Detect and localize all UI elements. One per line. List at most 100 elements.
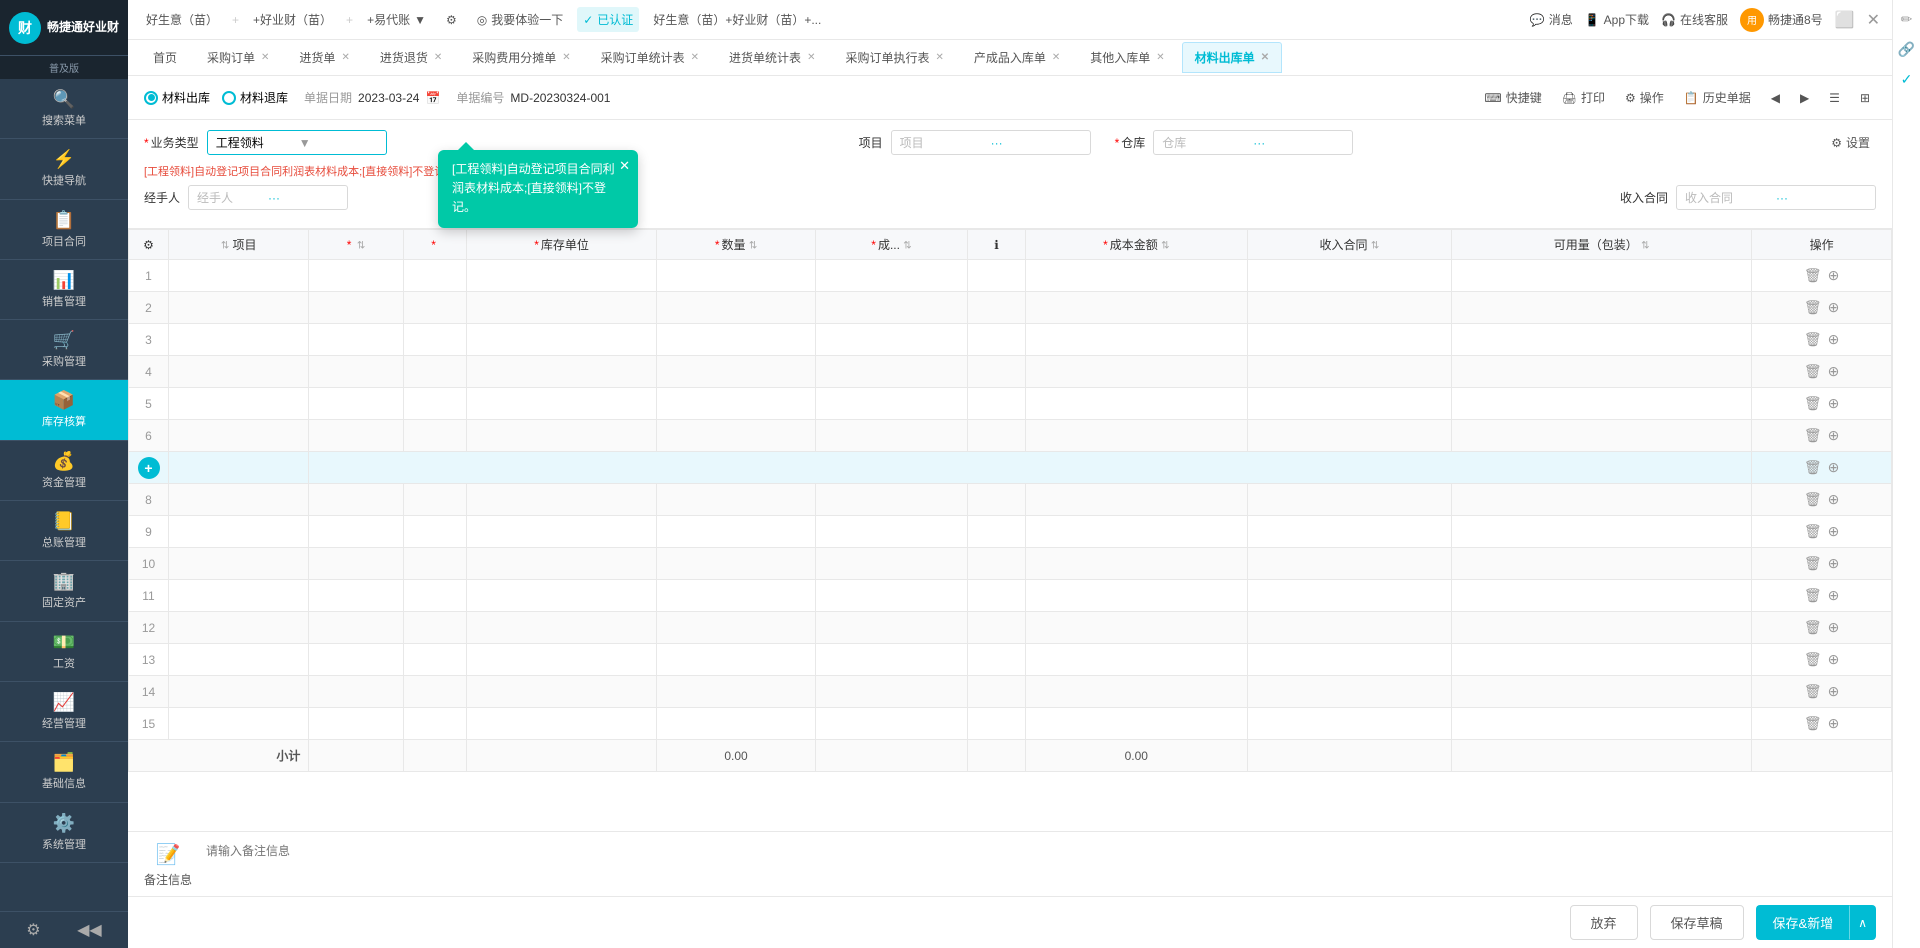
row-1-available[interactable] xyxy=(1452,260,1752,292)
radio-material-out[interactable]: 材料出库 xyxy=(144,89,210,106)
tab-close-incoming-return[interactable]: ✕ xyxy=(434,52,442,63)
sidebar-item-basic[interactable]: 🗂️ 基础信息 xyxy=(0,742,128,802)
topbar-message[interactable]: 💬 消息 xyxy=(1530,11,1573,28)
copy-row-icon[interactable]: ⊕ xyxy=(1828,715,1840,732)
sidebar-item-shortcut[interactable]: ⚡ 快捷导航 xyxy=(0,139,128,199)
tab-material-out[interactable]: 材料出库单 ✕ xyxy=(1182,42,1282,73)
sidebar-item-project[interactable]: 📋 项目合同 xyxy=(0,200,128,260)
table-header-gear[interactable]: ⚙ xyxy=(129,230,169,260)
copy-row-icon[interactable]: ⊕ xyxy=(1828,555,1840,572)
sort-available-icon[interactable]: ⇅ xyxy=(1641,240,1649,251)
tab-purchase-expense[interactable]: 采购费用分摊单 ✕ xyxy=(459,42,583,73)
sidebar-item-sales[interactable]: 📊 销售管理 xyxy=(0,260,128,320)
tab-close-purchase-expense[interactable]: ✕ xyxy=(562,52,570,63)
sort-quantity-icon[interactable]: ⇅ xyxy=(749,240,757,251)
delete-row-icon[interactable]: 🗑 xyxy=(1804,619,1822,636)
delete-row-icon[interactable]: 🗑 xyxy=(1804,555,1822,572)
delete-row-icon[interactable]: 🗑 xyxy=(1804,587,1822,604)
history-btn[interactable]: 📋 历史单据 xyxy=(1678,85,1757,110)
tab-purchase-exec[interactable]: 采购订单执行表 ✕ xyxy=(832,42,956,73)
row-1-stock-unit[interactable] xyxy=(466,260,657,292)
calendar-icon[interactable]: 📅 xyxy=(425,91,440,105)
add-row-btn-cell[interactable]: + xyxy=(129,452,169,484)
copy-row-icon[interactable]: ⊕ xyxy=(1828,459,1840,476)
tab-incoming-stats[interactable]: 进货单统计表 ✕ xyxy=(716,42,828,73)
delete-row-icon[interactable]: 🗑 xyxy=(1804,427,1822,444)
copy-row-icon[interactable]: ⊕ xyxy=(1828,523,1840,540)
prev-record-btn[interactable]: ◀ xyxy=(1765,87,1786,109)
copy-row-icon[interactable]: ⊕ xyxy=(1828,491,1840,508)
delete-row-icon[interactable]: 🗑 xyxy=(1804,459,1822,476)
add-row-button[interactable]: + xyxy=(138,457,160,479)
income-contract-select[interactable]: 收入合同 ··· xyxy=(1676,185,1876,210)
delete-row-icon[interactable]: 🗑 xyxy=(1804,523,1822,540)
delete-row-icon[interactable]: 🗑 xyxy=(1804,491,1822,508)
delete-row-icon[interactable]: 🗑 xyxy=(1804,363,1822,380)
copy-row-icon[interactable]: ⊕ xyxy=(1828,331,1840,348)
row-1-cost[interactable] xyxy=(815,260,968,292)
tab-home[interactable]: 首页 xyxy=(140,42,190,73)
table-wrapper[interactable]: ⚙ ⇅ 项目 * ⇅ * *库存单位 *数量 ⇅ *成... xyxy=(128,229,1892,831)
tab-close-purchase-order[interactable]: ✕ xyxy=(261,52,269,63)
copy-row-icon[interactable]: ⊕ xyxy=(1828,363,1840,380)
page-settings-btn[interactable]: ⚙ 设置 xyxy=(1825,130,1876,155)
restore-window-icon[interactable]: ⬜ xyxy=(1835,10,1855,30)
sidebar-item-inventory[interactable]: 📦 库存核算 xyxy=(0,380,128,440)
topbar-certified2[interactable]: 好生意（苗）+好业财（苗）+... xyxy=(647,7,827,32)
discard-button[interactable]: 放弃 xyxy=(1570,905,1638,940)
topbar-online-service[interactable]: 🎧 在线客服 xyxy=(1661,11,1728,28)
tooltip-close-btn[interactable]: ✕ xyxy=(619,156,630,177)
row-1-cost-amount[interactable] xyxy=(1025,260,1247,292)
right-panel-check-icon[interactable]: ✓ xyxy=(1896,68,1918,90)
sidebar-item-payroll[interactable]: 💵 工资 xyxy=(0,622,128,682)
tab-close-finished-goods[interactable]: ✕ xyxy=(1052,52,1060,63)
tab-other-warehouse[interactable]: 其他入库单 ✕ xyxy=(1077,42,1177,73)
tab-finished-goods[interactable]: 产成品入库单 ✕ xyxy=(961,42,1073,73)
delete-row-1-icon[interactable]: 🗑 xyxy=(1804,267,1822,284)
topbar-user[interactable]: 用 畅捷通8号 xyxy=(1740,8,1823,32)
tab-purchase-order[interactable]: 采购订单 ✕ xyxy=(194,42,282,73)
topbar-experience[interactable]: ◎ 我要体验一下 xyxy=(471,7,570,32)
settings-bottom-icon[interactable]: ⚙ xyxy=(26,920,40,940)
handler-select[interactable]: 经手人 ··· xyxy=(188,185,348,210)
sidebar-item-finance[interactable]: 💰 资金管理 xyxy=(0,441,128,501)
project-select[interactable]: 项目 ··· xyxy=(891,130,1091,155)
copy-row-1-icon[interactable]: ⊕ xyxy=(1828,267,1840,284)
row-1-col3[interactable] xyxy=(309,260,403,292)
tab-incoming-return[interactable]: 进货退货 ✕ xyxy=(367,42,455,73)
collapse-icon[interactable]: ◀◀ xyxy=(77,920,102,940)
tab-incoming[interactable]: 进货单 ✕ xyxy=(286,42,362,73)
delete-row-icon[interactable]: 🗑 xyxy=(1804,395,1822,412)
next-record-btn[interactable]: ▶ xyxy=(1794,87,1815,109)
warehouse-more-btn[interactable]: ··· xyxy=(1253,136,1344,150)
sort-project-icon[interactable]: ⇅ xyxy=(221,240,229,251)
save-draft-button[interactable]: 保存草稿 xyxy=(1650,905,1744,940)
topbar-app-download[interactable]: 📱 App下载 xyxy=(1585,11,1649,28)
topbar-settings-icon[interactable]: ⚙ xyxy=(440,9,463,31)
handler-more-btn[interactable]: ··· xyxy=(268,191,339,205)
sort-cost-icon[interactable]: ⇅ xyxy=(903,240,911,251)
tab-close-material-out[interactable]: ✕ xyxy=(1261,52,1269,63)
row-1-quantity[interactable] xyxy=(657,260,815,292)
sidebar-item-system[interactable]: ⚙️ 系统管理 xyxy=(0,803,128,863)
tab-close-other-warehouse[interactable]: ✕ xyxy=(1156,52,1164,63)
radio-material-return[interactable]: 材料退库 xyxy=(222,89,288,106)
sidebar-item-ledger[interactable]: 📒 总账管理 xyxy=(0,501,128,561)
warehouse-select[interactable]: 仓库 ··· xyxy=(1153,130,1353,155)
print-btn[interactable]: 🖨 打印 xyxy=(1556,85,1611,110)
row-1-income-contract[interactable] xyxy=(1247,260,1451,292)
shortcut-key-btn[interactable]: ⌨ 快捷键 xyxy=(1478,85,1547,110)
tab-close-purchase-stats[interactable]: ✕ xyxy=(691,52,699,63)
tab-purchase-stats[interactable]: 采购订单统计表 ✕ xyxy=(588,42,712,73)
close-window-icon[interactable]: ✕ xyxy=(1867,10,1880,30)
view-toggle-list[interactable]: ☰ xyxy=(1823,87,1846,109)
copy-row-icon[interactable]: ⊕ xyxy=(1828,683,1840,700)
sidebar-item-search[interactable]: 🔍 搜索菜单 xyxy=(0,79,128,139)
sort-col3-icon[interactable]: ⇅ xyxy=(357,240,365,251)
delete-row-icon[interactable]: 🗑 xyxy=(1804,299,1822,316)
sidebar-item-assets[interactable]: 🏢 固定资产 xyxy=(0,561,128,621)
project-more-btn[interactable]: ··· xyxy=(991,136,1082,150)
tab-close-incoming-stats[interactable]: ✕ xyxy=(807,52,815,63)
row-1-col4[interactable] xyxy=(403,260,466,292)
business-type-select[interactable]: 工程领料 ▼ xyxy=(207,130,387,155)
